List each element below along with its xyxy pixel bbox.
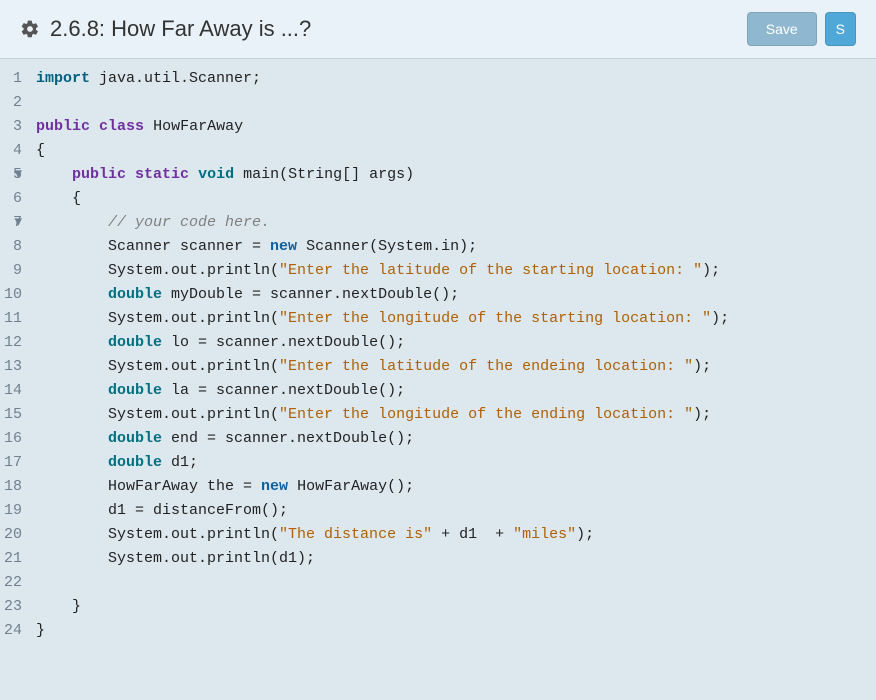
header-right: Save S	[747, 12, 856, 46]
line-number: 3	[2, 115, 22, 139]
line-number: 15	[2, 403, 22, 427]
code-line[interactable]: System.out.println("Enter the longitude …	[36, 307, 729, 331]
code-line[interactable]: System.out.println("Enter the longitude …	[36, 403, 729, 427]
code-line[interactable]: double lo = scanner.nextDouble();	[36, 331, 729, 355]
line-number: 8	[2, 235, 22, 259]
code-line[interactable]: HowFarAway the = new HowFarAway();	[36, 475, 729, 499]
line-number: 17	[2, 451, 22, 475]
line-number: 9	[2, 259, 22, 283]
line-number: 4 ▾	[2, 139, 22, 163]
code-line[interactable]: double end = scanner.nextDouble();	[36, 427, 729, 451]
code-line[interactable]: System.out.println(d1);	[36, 547, 729, 571]
line-number: 1	[2, 67, 22, 91]
code-line[interactable]: System.out.println("Enter the latitude o…	[36, 259, 729, 283]
code-line[interactable]: double la = scanner.nextDouble();	[36, 379, 729, 403]
code-line[interactable]: {	[36, 139, 729, 163]
line-number: 7	[2, 211, 22, 235]
line-number: 10	[2, 283, 22, 307]
code-line[interactable]: public class HowFarAway	[36, 115, 729, 139]
code-area[interactable]: import java.util.Scanner; public class H…	[28, 59, 737, 700]
line-number: 23	[2, 595, 22, 619]
code-line[interactable]: double d1;	[36, 451, 729, 475]
code-line[interactable]	[36, 91, 729, 115]
code-line[interactable]: }	[36, 619, 729, 643]
editor-header: 2.6.8: How Far Away is ...? Save S	[0, 0, 876, 59]
line-number: 12	[2, 331, 22, 355]
page-title: 2.6.8: How Far Away is ...?	[50, 16, 311, 42]
line-number: 24	[2, 619, 22, 643]
code-line[interactable]	[36, 571, 729, 595]
code-line[interactable]: System.out.println("Enter the latitude o…	[36, 355, 729, 379]
code-line[interactable]: d1 = distanceFrom();	[36, 499, 729, 523]
line-number: 18	[2, 475, 22, 499]
line-gutter: 1234 ▾56 ▾789101112131415161718192021222…	[0, 59, 28, 700]
code-line[interactable]: {	[36, 187, 729, 211]
code-line[interactable]: import java.util.Scanner;	[36, 67, 729, 91]
line-number: 14	[2, 379, 22, 403]
secondary-button[interactable]: S	[825, 12, 856, 46]
gear-icon	[20, 19, 40, 39]
code-line[interactable]: System.out.println("The distance is" + d…	[36, 523, 729, 547]
code-line[interactable]: Scanner scanner = new Scanner(System.in)…	[36, 235, 729, 259]
line-number: 11	[2, 307, 22, 331]
code-editor[interactable]: 1234 ▾56 ▾789101112131415161718192021222…	[0, 59, 876, 700]
code-line[interactable]: double myDouble = scanner.nextDouble();	[36, 283, 729, 307]
line-number: 22	[2, 571, 22, 595]
save-button[interactable]: Save	[747, 12, 817, 46]
line-number: 21	[2, 547, 22, 571]
line-number: 2	[2, 91, 22, 115]
line-number: 20	[2, 523, 22, 547]
code-line[interactable]: public static void main(String[] args)	[36, 163, 729, 187]
line-number: 16	[2, 427, 22, 451]
code-line[interactable]: // your code here.	[36, 211, 729, 235]
line-number: 19	[2, 499, 22, 523]
line-number: 6 ▾	[2, 187, 22, 211]
line-number: 5	[2, 163, 22, 187]
line-number: 13	[2, 355, 22, 379]
code-line[interactable]: }	[36, 595, 729, 619]
header-left: 2.6.8: How Far Away is ...?	[20, 16, 311, 42]
